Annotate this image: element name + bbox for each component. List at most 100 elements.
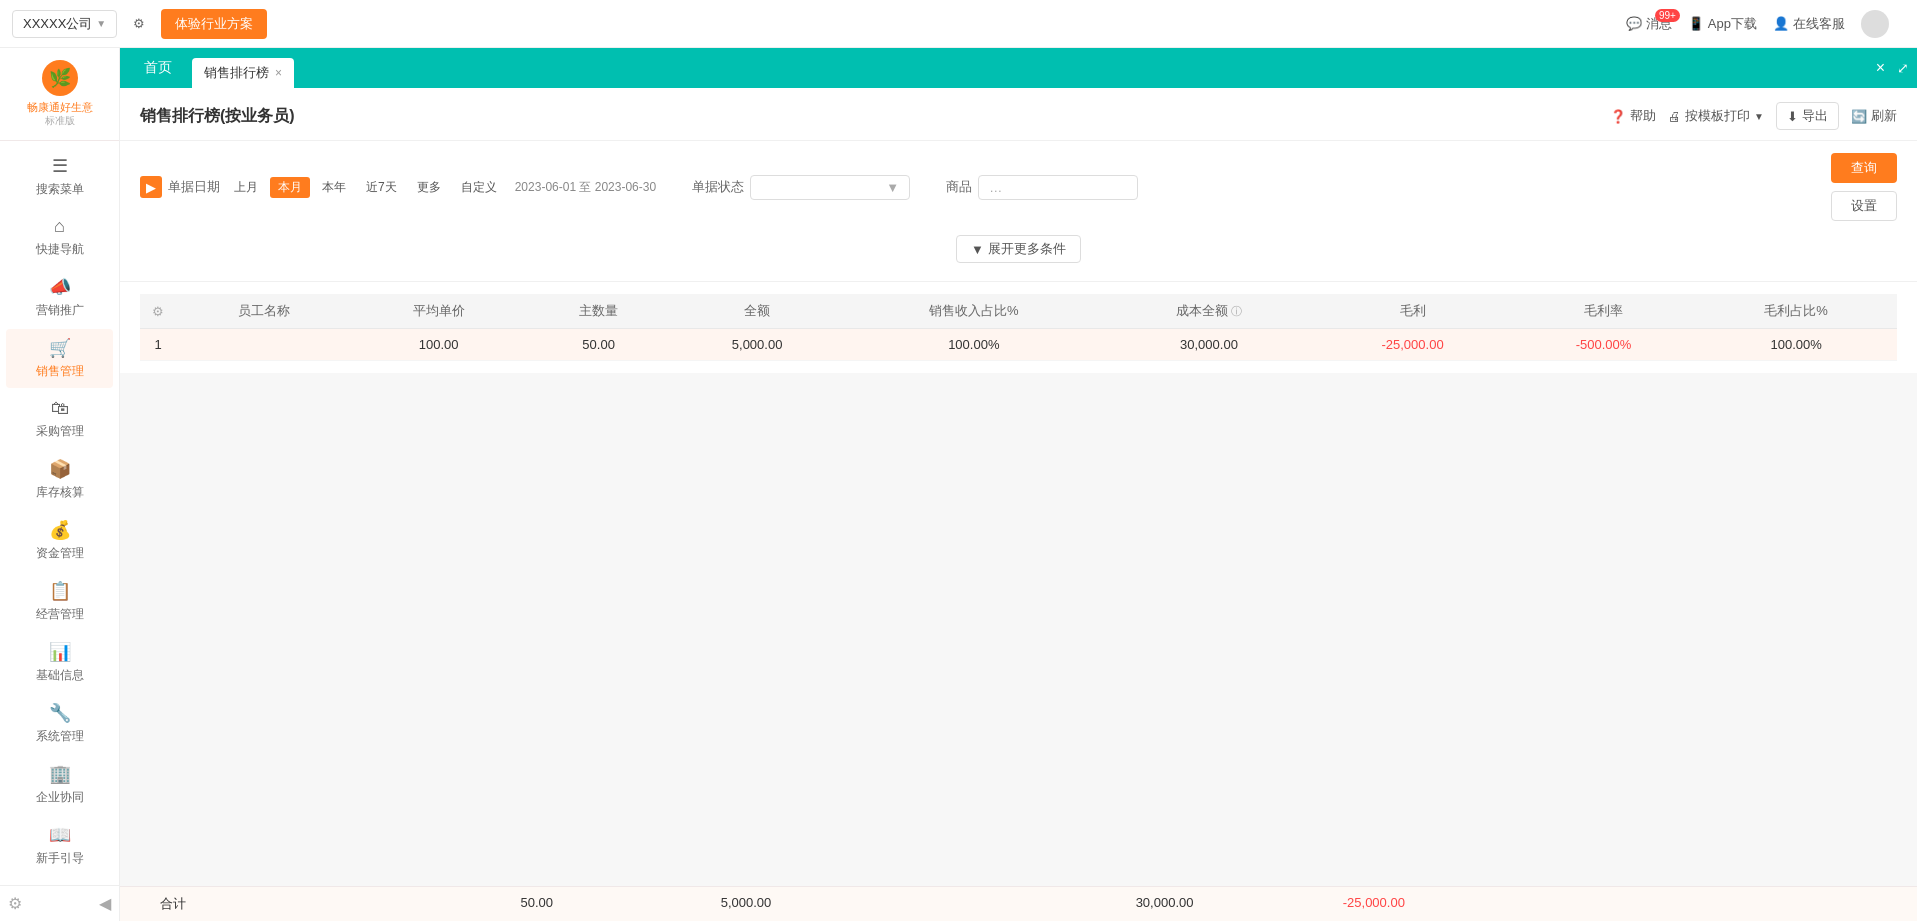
help-button[interactable]: ❓ 帮助 bbox=[1610, 107, 1656, 125]
avatar[interactable] bbox=[1861, 10, 1889, 38]
col-sales-pct: 销售收入占比% bbox=[843, 294, 1105, 329]
row-gross-pct: 100.00% bbox=[1695, 329, 1897, 361]
date-tab-current-year[interactable]: 本年 bbox=[314, 177, 354, 198]
query-button[interactable]: 查询 bbox=[1831, 153, 1897, 183]
sidebar-item-enterprise-label: 企业协同 bbox=[36, 789, 84, 806]
print-button[interactable]: 🖨 按模板打印 ▼ bbox=[1668, 107, 1764, 125]
finance-icon: 💰 bbox=[49, 519, 71, 541]
date-range-display: 2023-06-01 至 2023-06-30 bbox=[515, 179, 656, 196]
sidebar-item-apps[interactable]: 📱 应用中心 bbox=[6, 877, 113, 885]
sidebar-item-guide-label: 新手引导 bbox=[36, 850, 84, 867]
sidebar-item-inventory[interactable]: 📦 库存核算 bbox=[6, 450, 113, 509]
status-filter-label: 单据状态 bbox=[692, 178, 744, 196]
page-title: 销售排行榜(按业务员) bbox=[140, 106, 295, 127]
home-icon: ⌂ bbox=[54, 216, 65, 237]
date-tab-last-month[interactable]: 上月 bbox=[226, 177, 266, 198]
date-tab-current-month[interactable]: 本月 bbox=[270, 177, 310, 198]
tab-home-label: 首页 bbox=[144, 59, 172, 77]
row-gross-profit: -25,000.00 bbox=[1313, 329, 1511, 361]
message-button[interactable]: 💬 消息 99+ bbox=[1626, 15, 1672, 33]
row-employee-name bbox=[176, 329, 351, 361]
sidebar-item-search[interactable]: ☰ 搜索菜单 bbox=[6, 147, 113, 206]
row-total: 5,000.00 bbox=[671, 329, 843, 361]
online-service-button[interactable]: 👤 在线客服 bbox=[1773, 15, 1845, 33]
sidebar-item-quicknav-label: 快捷导航 bbox=[36, 241, 84, 258]
goods-filter-more: … bbox=[989, 180, 1002, 195]
col-gross-profit: 毛利 bbox=[1313, 294, 1511, 329]
filter-collapse-btn[interactable]: ▶ bbox=[140, 176, 162, 198]
table-wrapper: ⚙ 员工名称 平均单价 主数量 bbox=[120, 282, 1917, 373]
row-rank: 1 bbox=[140, 329, 176, 361]
row-cost-total: 30,000.00 bbox=[1105, 329, 1314, 361]
sales-icon: 🛒 bbox=[49, 337, 71, 359]
date-tabs: 上月 本月 本年 近7天 更多 自定义 bbox=[226, 177, 505, 198]
date-tab-7days[interactable]: 近7天 bbox=[358, 177, 405, 198]
message-icon: 💬 bbox=[1626, 16, 1642, 31]
print-dropdown-icon: ▼ bbox=[1754, 111, 1764, 122]
sidebar-item-operation[interactable]: 📋 经营管理 bbox=[6, 572, 113, 631]
system-icon: 🔧 bbox=[49, 702, 71, 724]
sidebar-item-purchase[interactable]: 🛍 采购管理 bbox=[6, 390, 113, 448]
operation-icon: 📋 bbox=[49, 580, 71, 602]
sidebar-item-quicknav[interactable]: ⌂ 快捷导航 bbox=[6, 208, 113, 266]
filter-setting-button[interactable]: 设置 bbox=[1831, 191, 1897, 221]
sidebar-item-search-label: 搜索菜单 bbox=[36, 181, 84, 198]
goods-filter-input[interactable]: … bbox=[978, 175, 1138, 200]
logo-icon: 🌿 bbox=[42, 60, 78, 96]
sidebar-item-system[interactable]: 🔧 系统管理 bbox=[6, 694, 113, 753]
sales-ranking-table: ⚙ 员工名称 平均单价 主数量 bbox=[140, 294, 1897, 361]
row-main-qty: 50.00 bbox=[526, 329, 671, 361]
cost-total-help-icon[interactable]: ⓘ bbox=[1231, 305, 1242, 317]
inventory-icon: 📦 bbox=[49, 458, 71, 480]
message-badge: 99+ bbox=[1655, 9, 1680, 22]
goods-filter-label: 商品 bbox=[946, 178, 972, 196]
print-icon: 🖨 bbox=[1668, 109, 1681, 124]
row-avg-price: 100.00 bbox=[351, 329, 526, 361]
online-service-label: 在线客服 bbox=[1793, 15, 1845, 33]
sidebar-settings-icon[interactable]: ⚙ bbox=[8, 894, 22, 913]
expand-more-button[interactable]: ▼ 展开更多条件 bbox=[956, 235, 1081, 263]
tab-sales-ranking-label: 销售排行榜 bbox=[204, 64, 269, 82]
company-dropdown-icon: ▼ bbox=[96, 18, 106, 29]
logo-sub: 标准版 bbox=[45, 114, 75, 128]
company-selector[interactable]: XXXXX公司 ▼ bbox=[12, 10, 117, 38]
app-download-label: App下载 bbox=[1708, 15, 1757, 33]
filter-area: ▶ 单据日期 上月 本月 本年 近7天 更多 自定义 bbox=[120, 141, 1917, 282]
trial-button[interactable]: 体验行业方案 bbox=[161, 9, 267, 39]
footer-main-qty: 50.00 bbox=[520, 895, 553, 910]
expand-icon: ▼ bbox=[971, 242, 984, 257]
sidebar-item-operation-label: 经营管理 bbox=[36, 606, 84, 623]
marketing-icon: 📣 bbox=[49, 276, 71, 298]
row-sales-pct: 100.00% bbox=[843, 329, 1105, 361]
export-button[interactable]: ⬇ 导出 bbox=[1776, 102, 1839, 130]
sidebar-collapse-icon[interactable]: ◀ bbox=[99, 894, 111, 913]
status-filter-select[interactable]: ▼ bbox=[750, 175, 910, 200]
sidebar-item-basic[interactable]: 📊 基础信息 bbox=[6, 633, 113, 692]
topbar-settings-button[interactable]: ⚙ bbox=[125, 10, 153, 38]
refresh-icon: 🔄 bbox=[1851, 109, 1867, 124]
sidebar-item-sales[interactable]: 🛒 销售管理 bbox=[6, 329, 113, 388]
col-gross-rate: 毛利率 bbox=[1512, 294, 1695, 329]
tab-home[interactable]: 首页 bbox=[128, 48, 188, 88]
date-tab-custom[interactable]: 自定义 bbox=[453, 177, 505, 198]
refresh-button[interactable]: 🔄 刷新 bbox=[1851, 107, 1897, 125]
print-label: 按模板打印 bbox=[1685, 107, 1750, 125]
window-restore-icon[interactable]: ⤢ bbox=[1897, 60, 1909, 76]
sidebar-item-purchase-label: 采购管理 bbox=[36, 423, 84, 440]
tab-sales-ranking[interactable]: 销售排行榜 × bbox=[192, 58, 294, 88]
sidebar-item-guide[interactable]: 📖 新手引导 bbox=[6, 816, 113, 875]
window-close-icon[interactable]: × bbox=[1876, 59, 1885, 77]
tab-close-icon[interactable]: × bbox=[275, 66, 282, 80]
sidebar-item-finance[interactable]: 💰 资金管理 bbox=[6, 511, 113, 570]
date-tab-more[interactable]: 更多 bbox=[409, 177, 449, 198]
export-icon: ⬇ bbox=[1787, 109, 1798, 124]
sidebar-item-enterprise[interactable]: 🏢 企业协同 bbox=[6, 755, 113, 814]
footer-gross-profit: -25,000.00 bbox=[1343, 895, 1405, 910]
sidebar-logo: 🌿 畅康通好生意 标准版 bbox=[0, 48, 119, 141]
col-settings[interactable]: ⚙ bbox=[140, 294, 176, 329]
purchase-icon: 🛍 bbox=[51, 398, 69, 419]
col-main-qty: 主数量 bbox=[526, 294, 671, 329]
refresh-label: 刷新 bbox=[1871, 107, 1897, 125]
sidebar-item-marketing[interactable]: 📣 营销推广 bbox=[6, 268, 113, 327]
app-download-button[interactable]: 📱 App下载 bbox=[1688, 15, 1757, 33]
